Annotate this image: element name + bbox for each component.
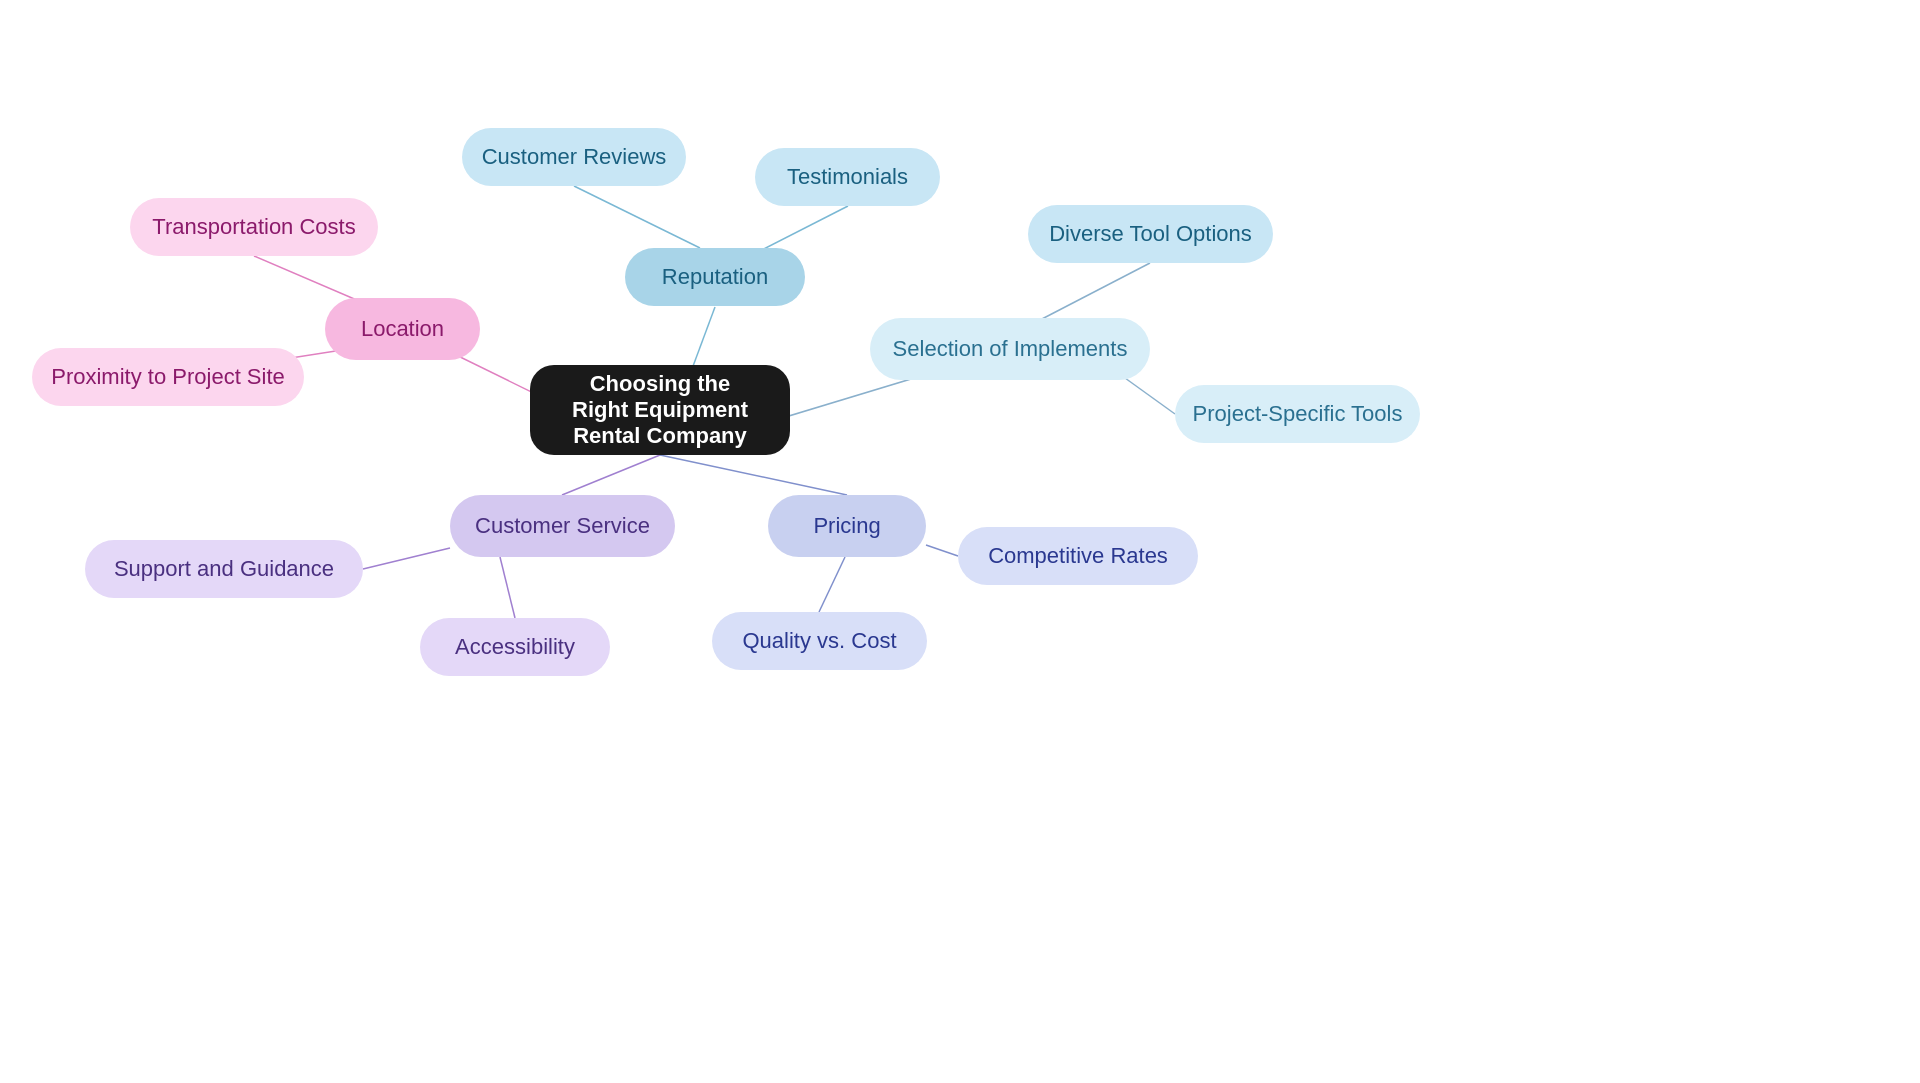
node-transportation-costs: Transportation Costs	[130, 198, 378, 256]
center-node: Choosing the Right Equipment Rental Comp…	[530, 365, 790, 455]
label-selection: Selection of Implements	[893, 336, 1128, 362]
svg-line-3	[562, 455, 660, 495]
label-project-tools: Project-Specific Tools	[1193, 401, 1403, 427]
node-diverse-tools: Diverse Tool Options	[1028, 205, 1273, 263]
node-support: Support and Guidance	[85, 540, 363, 598]
svg-line-12	[500, 557, 515, 618]
node-quality-cost: Quality vs. Cost	[712, 612, 927, 670]
svg-line-5	[574, 186, 700, 248]
label-reputation: Reputation	[662, 264, 768, 290]
svg-line-9	[1040, 263, 1150, 320]
node-competitive-rates: Competitive Rates	[958, 527, 1198, 585]
label-proximity: Proximity to Project Site	[51, 364, 285, 390]
svg-line-4	[660, 455, 847, 495]
label-customer-reviews: Customer Reviews	[482, 144, 667, 170]
svg-line-11	[363, 548, 450, 569]
node-location: Location	[325, 298, 480, 360]
node-accessibility: Accessibility	[420, 618, 610, 676]
node-customer-service: Customer Service	[450, 495, 675, 557]
node-pricing: Pricing	[768, 495, 926, 557]
node-project-tools: Project-Specific Tools	[1175, 385, 1420, 443]
node-selection: Selection of Implements	[870, 318, 1150, 380]
label-location: Location	[361, 316, 444, 342]
node-testimonials: Testimonials	[755, 148, 940, 206]
label-testimonials: Testimonials	[787, 164, 908, 190]
center-label: Choosing the Right Equipment Rental Comp…	[562, 371, 758, 449]
label-accessibility: Accessibility	[455, 634, 575, 660]
label-quality-cost: Quality vs. Cost	[742, 628, 896, 654]
label-diverse-tools: Diverse Tool Options	[1049, 221, 1252, 247]
node-customer-reviews: Customer Reviews	[462, 128, 686, 186]
label-pricing: Pricing	[813, 513, 880, 539]
label-transportation-costs: Transportation Costs	[152, 214, 355, 240]
node-reputation: Reputation	[625, 248, 805, 306]
node-proximity: Proximity to Project Site	[32, 348, 304, 406]
svg-line-14	[819, 557, 845, 612]
svg-line-13	[926, 545, 958, 556]
label-customer-service: Customer Service	[475, 513, 650, 539]
label-support: Support and Guidance	[114, 556, 334, 582]
label-competitive-rates: Competitive Rates	[988, 543, 1168, 569]
